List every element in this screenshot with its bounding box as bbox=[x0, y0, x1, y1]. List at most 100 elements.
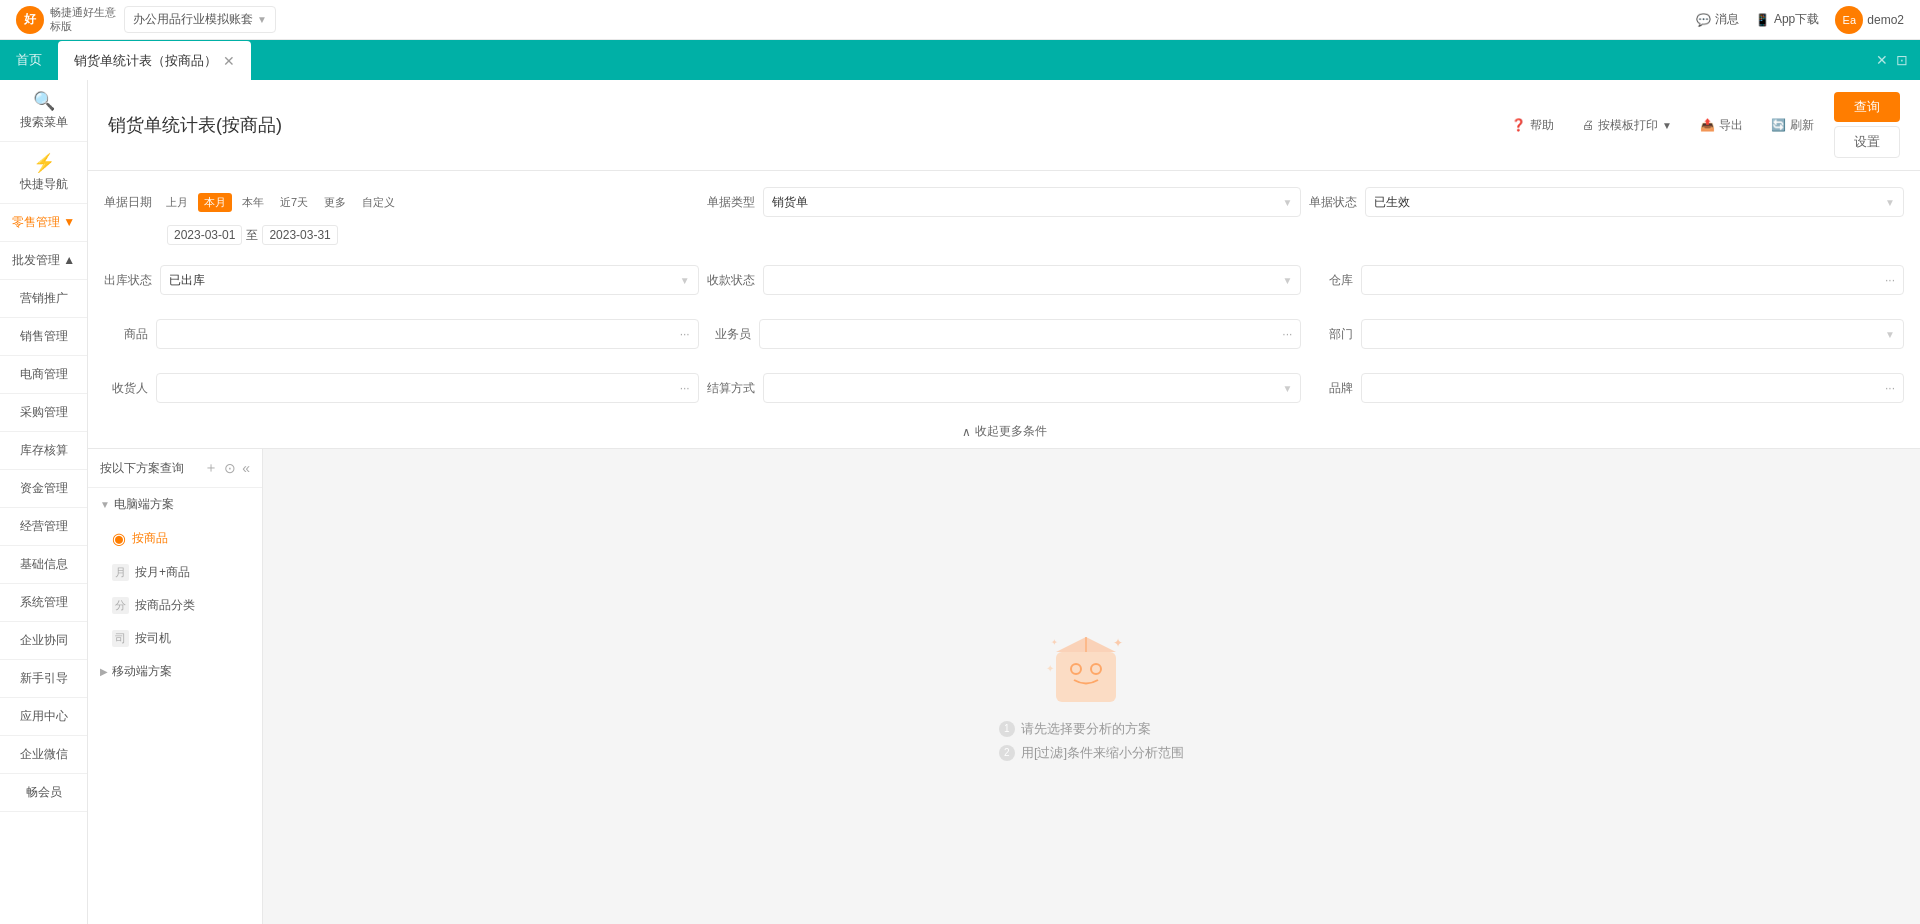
last-month-tab[interactable]: 上月 bbox=[160, 193, 194, 212]
department-cell: 部门 ▼ bbox=[1309, 313, 1904, 355]
tab-close-icon[interactable]: ✕ bbox=[223, 53, 235, 69]
salesperson-dots-icon: ··· bbox=[1282, 327, 1292, 341]
print-icon: 🖨 bbox=[1582, 118, 1594, 132]
receiver-select[interactable]: ··· bbox=[156, 373, 699, 403]
scheme-collapse-icon[interactable]: « bbox=[242, 460, 250, 476]
tip-num-2: 2 bbox=[999, 745, 1015, 761]
empty-tips: 1 请先选择要分析的方案 2 用[过滤]条件来缩小分析范围 bbox=[999, 720, 1184, 762]
tab-sales-stat[interactable]: 销货单统计表（按商品） ✕ bbox=[58, 41, 251, 81]
template-print-button[interactable]: 🖨 按模板打印 ▼ bbox=[1574, 113, 1680, 138]
bill-status-select[interactable]: 已生效 ▼ bbox=[1365, 187, 1904, 217]
sidebar-item-sales[interactable]: 销售管理 bbox=[0, 318, 87, 356]
tab-bar: 首页 销货单统计表（按商品） ✕ ✕ ⊡ bbox=[0, 40, 1920, 80]
header-right: 💬 消息 📱 App下载 Ea demo2 bbox=[1696, 6, 1904, 34]
main-layout: 🔍 搜索菜单 ⚡ 快捷导航 零售管理 ▼ 批发管理 ▲ 营销推广 销售管理 电商… bbox=[0, 80, 1920, 924]
empty-state: ✦ ✦ ✦ 1 请先选择要分析的方案 2 用[过滤]条件来缩小分析范围 bbox=[999, 612, 1184, 762]
filter-collapse-button[interactable]: ∧ 收起更多条件 bbox=[88, 415, 1920, 448]
scheme-add-icon[interactable]: ＋ bbox=[204, 459, 218, 477]
window-maximize-icon[interactable]: ⊡ bbox=[1896, 52, 1908, 68]
svg-text:✦: ✦ bbox=[1046, 663, 1054, 674]
logo-icon: 好 bbox=[16, 6, 44, 34]
salesperson-select[interactable]: ··· bbox=[759, 319, 1302, 349]
product-select[interactable]: ··· bbox=[156, 319, 699, 349]
sidebar-item-basics[interactable]: 基础信息 bbox=[0, 546, 87, 584]
brand-select[interactable]: ··· bbox=[1361, 373, 1904, 403]
bill-type-label: 单据类型 bbox=[707, 194, 763, 211]
user-action[interactable]: Ea demo2 bbox=[1835, 6, 1904, 34]
date-filter-cell: 单据日期 上月 本月 本年 近7天 更多 自定义 bbox=[104, 181, 699, 223]
data-area: ✦ ✦ ✦ 1 请先选择要分析的方案 2 用[过滤]条件来缩小分析范围 bbox=[263, 449, 1920, 924]
sidebar: 🔍 搜索菜单 ⚡ 快捷导航 零售管理 ▼ 批发管理 ▲ 营销推广 销售管理 电商… bbox=[0, 80, 88, 924]
settlement-arrow-icon: ▼ bbox=[1282, 383, 1292, 394]
home-tab-label: 首页 bbox=[16, 51, 42, 69]
sidebar-item-wholesale[interactable]: 批发管理 ▲ bbox=[0, 242, 87, 280]
warehouse-dots-icon: ··· bbox=[1885, 273, 1895, 287]
settings-button[interactable]: 设置 bbox=[1834, 126, 1900, 158]
window-close-icon[interactable]: ✕ bbox=[1876, 52, 1888, 68]
sidebar-item-newbie[interactable]: 新手引导 bbox=[0, 660, 87, 698]
bill-type-filter-cell: 单据类型 销货单 ▼ bbox=[707, 181, 1302, 223]
payment-status-select[interactable]: ▼ bbox=[763, 265, 1302, 295]
refresh-icon: 🔄 bbox=[1771, 118, 1786, 132]
sidebar-item-finance[interactable]: 资金管理 bbox=[0, 470, 87, 508]
bill-status-filter-cell: 单据状态 已生效 ▼ bbox=[1309, 181, 1904, 223]
product-cell: 商品 ··· bbox=[104, 313, 699, 355]
current-month-tab[interactable]: 本月 bbox=[198, 193, 232, 212]
page-actions: ❓ 帮助 🖨 按模板打印 ▼ 📤 导出 🔄 bbox=[1503, 113, 1822, 138]
empty-illustration: ✦ ✦ ✦ bbox=[1031, 612, 1151, 712]
sidebar-item-apps[interactable]: 应用中心 bbox=[0, 698, 87, 736]
sidebar-item-purchase[interactable]: 采购管理 bbox=[0, 394, 87, 432]
sidebar-item-operations[interactable]: 经营管理 bbox=[0, 508, 87, 546]
content-area: 销货单统计表(按商品) ❓ 帮助 🖨 按模板打印 ▼ 📤 bbox=[88, 80, 1920, 924]
filter-container: 单据日期 上月 本月 本年 近7天 更多 自定义 单据类型 bbox=[88, 171, 1920, 449]
tab-home[interactable]: 首页 bbox=[0, 40, 58, 80]
message-action[interactable]: 💬 消息 bbox=[1696, 11, 1739, 28]
scheme-group-mobile-header[interactable]: ▶ 移动端方案 bbox=[88, 655, 262, 688]
scheme-item-by-product[interactable]: ◉ 按商品 bbox=[88, 521, 262, 556]
sidebar-item-ecommerce[interactable]: 电商管理 bbox=[0, 356, 87, 394]
warehouse-status-select[interactable]: 已出库 ▼ bbox=[160, 265, 699, 295]
sidebar-item-inventory[interactable]: 库存核算 bbox=[0, 432, 87, 470]
last-7-days-tab[interactable]: 近7天 bbox=[274, 193, 314, 212]
settlement-label: 结算方式 bbox=[707, 380, 763, 397]
query-button[interactable]: 查询 bbox=[1834, 92, 1900, 122]
department-select[interactable]: ▼ bbox=[1361, 319, 1904, 349]
scheme-item-by-product-category[interactable]: 分 按商品分类 bbox=[88, 589, 262, 622]
help-button[interactable]: ❓ 帮助 bbox=[1503, 113, 1562, 138]
header-left: 好 畅捷通好生意 标版 办公用品行业模拟账套 ▼ bbox=[16, 6, 276, 34]
sidebar-item-retail[interactable]: 零售管理 ▼ bbox=[0, 204, 87, 242]
brand-label: 品牌 bbox=[1309, 380, 1361, 397]
tip-num-1: 1 bbox=[999, 721, 1015, 737]
app-download-action[interactable]: 📱 App下载 bbox=[1755, 11, 1819, 28]
scheme-product-cat-icon: 分 bbox=[112, 597, 129, 614]
sidebar-item-marketing[interactable]: 营销推广 bbox=[0, 280, 87, 318]
export-button[interactable]: 📤 导出 bbox=[1692, 113, 1751, 138]
bill-status-arrow-icon: ▼ bbox=[1885, 197, 1895, 208]
refresh-button[interactable]: 🔄 刷新 bbox=[1763, 113, 1822, 138]
salesperson-label: 业务员 bbox=[707, 326, 759, 343]
page-header: 销货单统计表(按商品) ❓ 帮助 🖨 按模板打印 ▼ 📤 bbox=[88, 80, 1920, 171]
warehouse-status-label: 出库状态 bbox=[104, 272, 160, 289]
receiver-cell: 收货人 ··· bbox=[104, 367, 699, 409]
sidebar-item-shortcut[interactable]: ⚡ 快捷导航 bbox=[0, 142, 87, 204]
chevron-down-icon: ▼ bbox=[257, 14, 267, 25]
sidebar-item-search[interactable]: 🔍 搜索菜单 bbox=[0, 80, 87, 142]
warehouse-select[interactable]: ··· bbox=[1361, 265, 1904, 295]
bill-type-select[interactable]: 销货单 ▼ bbox=[763, 187, 1302, 217]
scheme-item-by-month-product[interactable]: 月 按月+商品 bbox=[88, 556, 262, 589]
sidebar-item-member[interactable]: 畅会员 bbox=[0, 774, 87, 812]
scheme-item-by-cashier[interactable]: 司 按司机 bbox=[88, 622, 262, 655]
sidebar-item-enterprise[interactable]: 企业协同 bbox=[0, 622, 87, 660]
more-tab[interactable]: 更多 bbox=[318, 193, 352, 212]
scheme-settings-icon[interactable]: ⊙ bbox=[224, 460, 236, 476]
bill-status-label: 单据状态 bbox=[1309, 194, 1365, 211]
sidebar-item-wechat[interactable]: 企业微信 bbox=[0, 736, 87, 774]
logo-text: 畅捷通好生意 标版 bbox=[50, 6, 116, 32]
app-selector[interactable]: 办公用品行业模拟账套 ▼ bbox=[124, 6, 276, 33]
department-arrow-icon: ▼ bbox=[1885, 329, 1895, 340]
scheme-group-pc-header[interactable]: ▼ 电脑端方案 bbox=[88, 488, 262, 521]
settlement-select[interactable]: ▼ bbox=[763, 373, 1302, 403]
custom-tab[interactable]: 自定义 bbox=[356, 193, 401, 212]
current-year-tab[interactable]: 本年 bbox=[236, 193, 270, 212]
sidebar-item-system[interactable]: 系统管理 bbox=[0, 584, 87, 622]
